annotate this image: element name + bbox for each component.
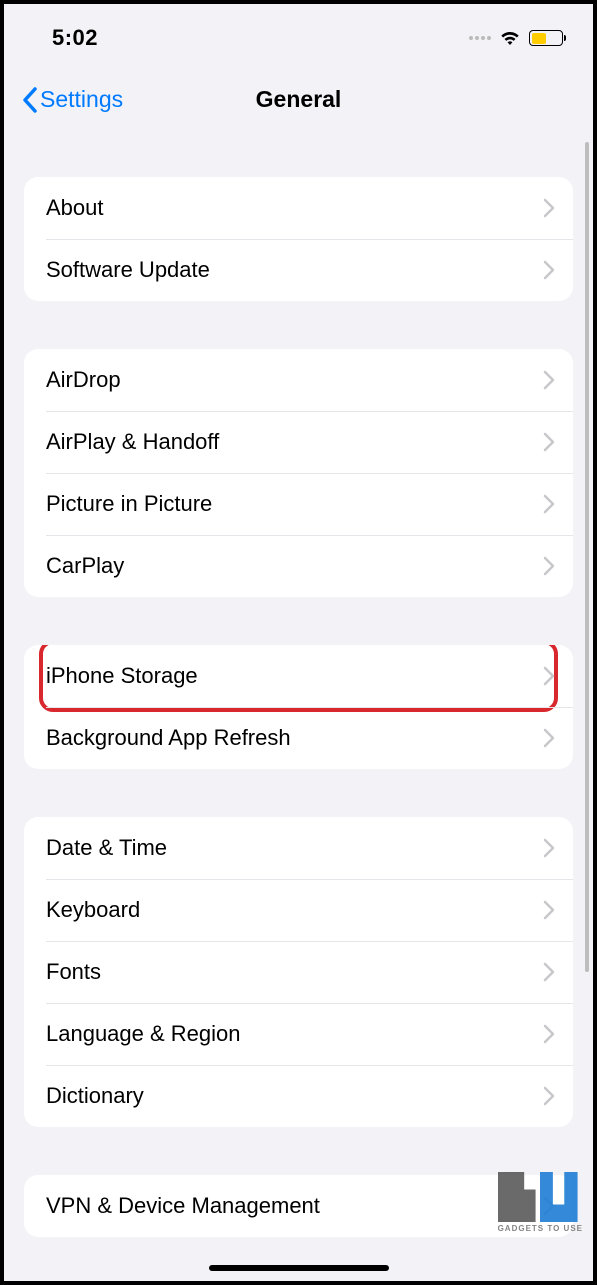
row-label: Language & Region bbox=[46, 1021, 241, 1047]
chevron-left-icon bbox=[22, 87, 38, 113]
section-storage: iPhone Storage Background App Refresh bbox=[24, 645, 573, 769]
row-dictionary[interactable]: Dictionary bbox=[24, 1065, 573, 1127]
watermark-text: GADGETS TO USE bbox=[498, 1224, 583, 1233]
row-label: Fonts bbox=[46, 959, 101, 985]
chevron-right-icon bbox=[543, 1086, 555, 1106]
settings-content: About Software Update AirDrop AirPlay & … bbox=[4, 177, 593, 1237]
section-airdrop: AirDrop AirPlay & Handoff Picture in Pic… bbox=[24, 349, 573, 597]
chevron-right-icon bbox=[543, 728, 555, 748]
chevron-right-icon bbox=[543, 260, 555, 280]
chevron-right-icon bbox=[543, 666, 555, 686]
row-carplay[interactable]: CarPlay bbox=[24, 535, 573, 597]
row-label: AirPlay & Handoff bbox=[46, 429, 219, 455]
row-label: Date & Time bbox=[46, 835, 167, 861]
row-keyboard[interactable]: Keyboard bbox=[24, 879, 573, 941]
row-label: Picture in Picture bbox=[46, 491, 212, 517]
section-datetime: Date & Time Keyboard Fonts Language & Re… bbox=[24, 817, 573, 1127]
row-background-app-refresh[interactable]: Background App Refresh bbox=[24, 707, 573, 769]
row-label: Software Update bbox=[46, 257, 210, 283]
chevron-right-icon bbox=[543, 962, 555, 982]
wifi-icon bbox=[499, 30, 521, 46]
row-date-time[interactable]: Date & Time bbox=[24, 817, 573, 879]
chevron-right-icon bbox=[543, 494, 555, 514]
chevron-right-icon bbox=[543, 556, 555, 576]
battery-icon bbox=[529, 30, 563, 46]
section-vpn: VPN & Device Management bbox=[24, 1175, 573, 1237]
row-picture-in-picture[interactable]: Picture in Picture bbox=[24, 473, 573, 535]
row-label: VPN & Device Management bbox=[46, 1193, 320, 1219]
cellular-dots-icon bbox=[469, 36, 491, 40]
row-airplay-handoff[interactable]: AirPlay & Handoff bbox=[24, 411, 573, 473]
row-label: CarPlay bbox=[46, 553, 124, 579]
chevron-right-icon bbox=[543, 1024, 555, 1044]
back-label: Settings bbox=[40, 86, 123, 113]
row-label: iPhone Storage bbox=[46, 663, 198, 689]
home-indicator[interactable] bbox=[209, 1265, 389, 1271]
chevron-right-icon bbox=[543, 838, 555, 858]
chevron-right-icon bbox=[543, 198, 555, 218]
status-indicators bbox=[469, 30, 563, 46]
row-vpn-device-management[interactable]: VPN & Device Management bbox=[24, 1175, 573, 1237]
row-iphone-storage[interactable]: iPhone Storage bbox=[24, 645, 573, 707]
section-about: About Software Update bbox=[24, 177, 573, 301]
nav-header: Settings General bbox=[4, 62, 593, 131]
row-software-update[interactable]: Software Update bbox=[24, 239, 573, 301]
row-language-region[interactable]: Language & Region bbox=[24, 1003, 573, 1065]
scrollbar-thumb[interactable] bbox=[585, 142, 589, 972]
row-label: Dictionary bbox=[46, 1083, 144, 1109]
status-time: 5:02 bbox=[52, 25, 98, 51]
watermark-logo: GADGETS TO USE bbox=[498, 1172, 583, 1233]
chevron-right-icon bbox=[543, 900, 555, 920]
row-fonts[interactable]: Fonts bbox=[24, 941, 573, 1003]
chevron-right-icon bbox=[543, 432, 555, 452]
row-label: Keyboard bbox=[46, 897, 140, 923]
row-airdrop[interactable]: AirDrop bbox=[24, 349, 573, 411]
chevron-right-icon bbox=[543, 370, 555, 390]
row-label: About bbox=[46, 195, 104, 221]
back-button[interactable]: Settings bbox=[22, 86, 123, 113]
row-label: AirDrop bbox=[46, 367, 121, 393]
row-label: Background App Refresh bbox=[46, 725, 291, 751]
row-about[interactable]: About bbox=[24, 177, 573, 239]
page-title: General bbox=[256, 86, 342, 113]
status-bar: 5:02 bbox=[4, 4, 593, 62]
